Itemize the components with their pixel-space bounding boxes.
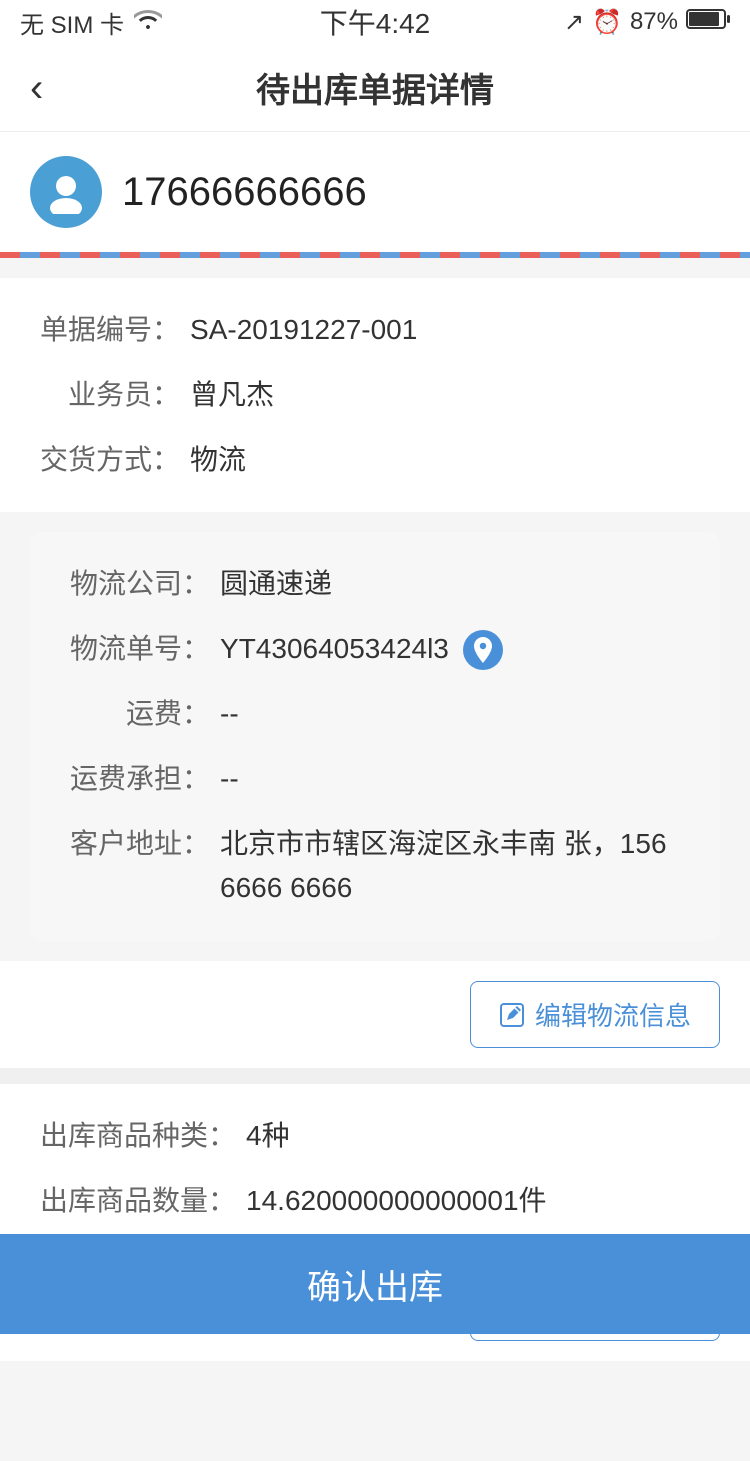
goods-types-row: 出库商品种类： 4种 xyxy=(40,1114,710,1159)
logistics-company-value: 圆通速递 xyxy=(220,562,680,607)
address-row: 客户地址： 北京市市辖区海淀区永丰南 张，156 6666 6666 xyxy=(70,822,680,912)
goods-quantity-value: 14.620000000000001件 xyxy=(246,1179,710,1224)
delivery-method-value: 物流 xyxy=(190,438,710,483)
tracking-no-row: 物流单号： YT43064053424l3 xyxy=(70,627,680,672)
section-divider xyxy=(0,1068,750,1084)
goods-section: 出库商品种类： 4种 出库商品数量： 14.620000000000001件 xyxy=(0,1084,750,1254)
logistics-card: 物流公司： 圆通速递 物流单号： YT43064053424l3 运费： -- … xyxy=(30,532,720,941)
status-bar: 无 SIM 卡 下午4:42 ↗ ⏰ 87% xyxy=(0,0,750,44)
page: 无 SIM 卡 下午4:42 ↗ ⏰ 87% xyxy=(0,0,750,1461)
status-bar-left: 无 SIM 卡 xyxy=(20,5,162,40)
logistics-company-label: 物流公司： xyxy=(70,562,210,607)
delivery-method-label: 交货方式： xyxy=(40,438,180,483)
salesman-value: 曾凡杰 xyxy=(190,373,710,418)
edit-logistics-button[interactable]: 编辑物流信息 xyxy=(470,981,720,1048)
location-status-icon: ↗ xyxy=(564,8,584,37)
tracking-no-text: YT43064053424l3 xyxy=(220,627,449,672)
goods-types-value: 4种 xyxy=(246,1114,710,1159)
confirm-btn-container: 确认出库 xyxy=(0,1234,750,1334)
dashed-divider xyxy=(0,252,750,258)
goods-quantity-row: 出库商品数量： 14.620000000000001件 xyxy=(40,1179,710,1224)
freight-bear-label: 运费承担： xyxy=(70,757,210,802)
alarm-icon: ⏰ xyxy=(592,8,622,37)
delivery-method-row: 交货方式： 物流 xyxy=(40,438,710,483)
address-label: 客户地址： xyxy=(70,822,210,867)
freight-value: -- xyxy=(220,692,680,737)
back-button[interactable]: ‹ xyxy=(30,68,43,108)
carrier-text: 无 SIM 卡 xyxy=(20,5,124,40)
tracking-location-icon[interactable] xyxy=(463,630,503,670)
confirm-button[interactable]: 确认出库 xyxy=(0,1234,750,1334)
battery-text: 87% xyxy=(630,8,678,36)
battery-icon xyxy=(686,8,730,37)
edit-btn-row: 编辑物流信息 xyxy=(0,961,750,1068)
edit-logistics-label: 编辑物流信息 xyxy=(535,996,691,1033)
salesman-row: 业务员： 曾凡杰 xyxy=(40,373,710,418)
goods-quantity-label: 出库商品数量： xyxy=(40,1179,236,1224)
customer-phone: 17666666666 xyxy=(122,170,367,215)
freight-row: 运费： -- xyxy=(70,692,680,737)
order-info-section: 单据编号： SA-20191227-001 业务员： 曾凡杰 交货方式： 物流 xyxy=(0,278,750,512)
order-no-value: SA-20191227-001 xyxy=(190,308,710,353)
edit-icon xyxy=(499,1002,525,1028)
freight-bear-row: 运费承担： -- xyxy=(70,757,680,802)
freight-label: 运费： xyxy=(70,692,210,737)
logistics-company-row: 物流公司： 圆通速递 xyxy=(70,562,680,607)
goods-types-label: 出库商品种类： xyxy=(40,1114,236,1159)
nav-title: 待出库单据详情 xyxy=(256,63,494,112)
tracking-no-value-container: YT43064053424l3 xyxy=(220,627,680,672)
tracking-no-label: 物流单号： xyxy=(70,627,210,672)
nav-bar: ‹ 待出库单据详情 xyxy=(0,44,750,132)
status-bar-time: 下午4:42 xyxy=(320,2,431,42)
confirm-btn-label: 确认出库 xyxy=(307,1260,443,1309)
address-value: 北京市市辖区海淀区永丰南 张，156 6666 6666 xyxy=(220,822,680,912)
wifi-icon xyxy=(134,8,162,36)
avatar xyxy=(30,156,102,228)
freight-bear-value: -- xyxy=(220,757,680,802)
order-no-row: 单据编号： SA-20191227-001 xyxy=(40,308,710,353)
status-bar-right: ↗ ⏰ 87% xyxy=(564,8,730,37)
salesman-label: 业务员： xyxy=(40,373,180,418)
order-no-label: 单据编号： xyxy=(40,308,180,353)
customer-header: 17666666666 xyxy=(0,132,750,252)
